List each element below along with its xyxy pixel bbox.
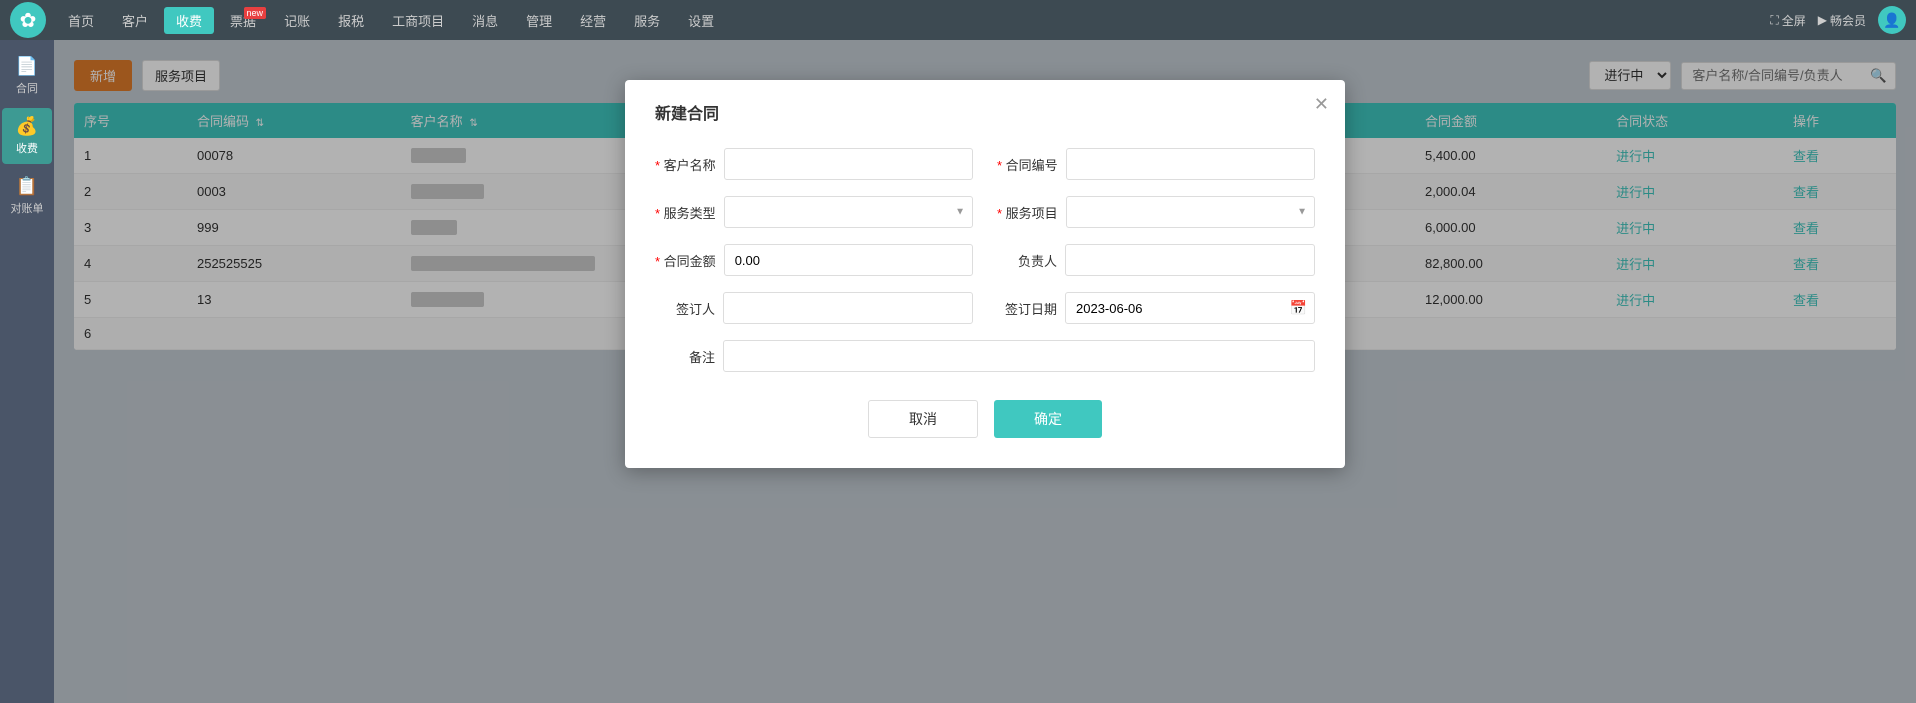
service-type-select[interactable]: [724, 196, 973, 228]
responsible-label: 负责人: [997, 251, 1057, 270]
sidebar: 📄 合同 💰 收费 📋 对账单: [0, 40, 54, 703]
contract-no-label: 合同编号: [997, 155, 1058, 174]
nav-item-fuwu[interactable]: 服务: [622, 7, 672, 34]
fullscreen-button[interactable]: ⛶ 全屏: [1770, 12, 1805, 29]
nav-item-customer[interactable]: 客户: [110, 7, 160, 34]
nav-item-home[interactable]: 首页: [56, 7, 106, 34]
sign-date-label: 签订日期: [997, 299, 1057, 318]
vip-button[interactable]: ▶ 畅会员: [1818, 12, 1866, 29]
nav-item-baoshui[interactable]: 报税: [326, 7, 376, 34]
top-navigation: ✿ 首页 客户 收费 票据 new 记账 报税 工商项目 消息 管理 经营 服务…: [0, 0, 1916, 40]
nav-items: 首页 客户 收费 票据 new 记账 报税 工商项目 消息 管理 经营 服务 设…: [56, 7, 1770, 34]
nav-item-piaoju[interactable]: 票据 new: [218, 7, 268, 34]
sidebar-item-hetong[interactable]: 📄 合同: [2, 48, 52, 104]
nav-item-shoufei[interactable]: 收费: [164, 7, 214, 34]
contract-no-input[interactable]: [1066, 148, 1315, 180]
signer-label: 签订人: [655, 299, 715, 318]
contract-no-row: 合同编号: [997, 148, 1315, 180]
nav-item-guanli[interactable]: 管理: [514, 7, 564, 34]
modal-form: 客户名称 合同编号 服务类型: [655, 148, 1315, 372]
content-area: 新增 服务项目 进行中 已完成 全部 🔍 序号 合同编码: [54, 40, 1916, 703]
nav-item-jingying[interactable]: 经营: [568, 7, 618, 34]
avatar[interactable]: 👤: [1878, 6, 1906, 34]
modal-title: 新建合同: [655, 100, 1315, 124]
remark-row: 备注: [655, 340, 1315, 372]
sidebar-item-shoufei[interactable]: 💰 收费: [2, 108, 52, 164]
service-type-row: 服务类型: [655, 196, 973, 228]
sign-date-wrapper: 📅: [1065, 292, 1315, 324]
signer-row: 签订人: [655, 292, 973, 324]
nav-item-gongshang[interactable]: 工商项目: [380, 7, 456, 34]
modal-overlay: ✕ 新建合同 客户名称 合同编号 服务类型: [54, 40, 1916, 703]
create-contract-modal: ✕ 新建合同 客户名称 合同编号 服务类型: [625, 80, 1345, 468]
sign-date-row: 签订日期 📅: [997, 292, 1315, 324]
modal-close-button[interactable]: ✕: [1314, 94, 1329, 115]
nav-item-jizhang[interactable]: 记账: [272, 7, 322, 34]
app-logo: ✿: [10, 2, 46, 38]
modal-footer: 取消 确定: [655, 400, 1315, 438]
contract-icon: 📄: [16, 56, 38, 77]
customer-name-label: 客户名称: [655, 155, 716, 174]
service-item-label: 服务项目: [997, 203, 1058, 222]
statement-icon: 📋: [16, 176, 38, 197]
responsible-row: 负责人: [997, 244, 1315, 276]
signer-input[interactable]: [723, 292, 973, 324]
contract-amount-label: 合同金额: [655, 251, 716, 270]
confirm-button[interactable]: 确定: [994, 400, 1102, 438]
sidebar-item-duizhangdan[interactable]: 📋 对账单: [2, 168, 52, 224]
fee-icon: 💰: [16, 116, 38, 137]
nav-item-xiaoxi[interactable]: 消息: [460, 7, 510, 34]
avatar-icon: 👤: [1883, 12, 1900, 29]
main-layout: 📄 合同 💰 收费 📋 对账单 新增 服务项目 进行中 已完成 全部: [0, 40, 1916, 703]
nav-item-shezhi[interactable]: 设置: [676, 7, 726, 34]
customer-name-row: 客户名称: [655, 148, 973, 180]
fullscreen-icon: ⛶: [1770, 13, 1778, 28]
service-type-label: 服务类型: [655, 203, 716, 222]
contract-amount-row: 合同金额: [655, 244, 973, 276]
service-type-select-wrapper: [724, 196, 973, 228]
customer-name-input[interactable]: [724, 148, 973, 180]
service-item-select-wrapper: [1066, 196, 1315, 228]
new-badge: new: [244, 7, 267, 19]
play-icon: ▶: [1818, 13, 1827, 27]
remark-input[interactable]: [723, 340, 1315, 372]
service-item-row: 服务项目: [997, 196, 1315, 228]
cancel-button[interactable]: 取消: [868, 400, 978, 438]
responsible-input[interactable]: [1065, 244, 1315, 276]
nav-right: ⛶ 全屏 ▶ 畅会员 👤: [1770, 6, 1906, 34]
sign-date-input[interactable]: [1065, 292, 1315, 324]
service-item-select[interactable]: [1066, 196, 1315, 228]
remark-label: 备注: [655, 347, 715, 366]
contract-amount-input[interactable]: [724, 244, 973, 276]
